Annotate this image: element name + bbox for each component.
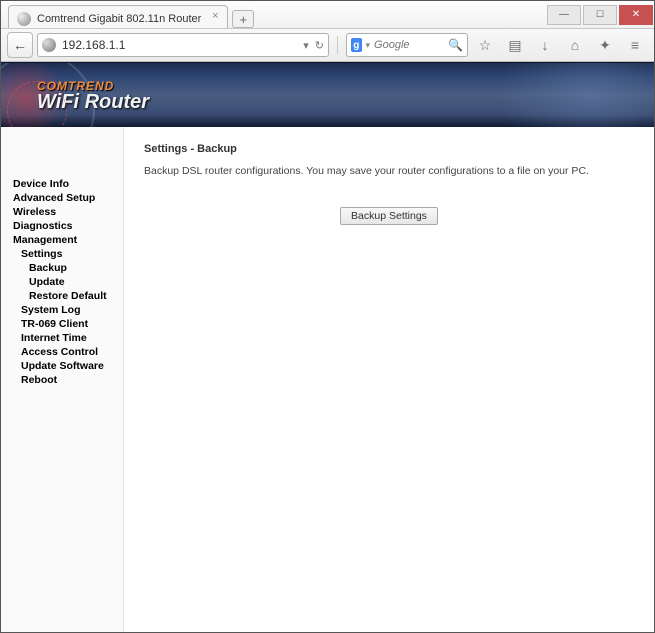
search-input[interactable] [374,39,444,51]
browser-toolbar: ← ▾ ↻ g ▾ 🔍 ☆ ▤ ↓ ⌂ ✦ ≡ [1,29,654,62]
sidebar-item-system-log[interactable]: System Log [1,303,123,317]
main-layout: Device Info Advanced Setup Wireless Diag… [1,127,654,632]
addons-icon[interactable]: ✦ [592,32,618,58]
new-tab-button[interactable]: + [232,10,254,28]
downloads-icon[interactable]: ↓ [532,32,558,58]
sidebar-item-reboot[interactable]: Reboot [1,373,123,387]
search-dropdown-icon[interactable]: ▾ [366,40,371,51]
site-favicon [42,38,56,52]
tab-close-icon[interactable]: × [209,10,221,22]
browser-tab[interactable]: Comtrend Gigabit 802.11n Router × [8,5,228,28]
window-minimize-button[interactable] [547,5,581,25]
window-maximize-button[interactable] [583,5,617,25]
sidebar-item-diagnostics[interactable]: Diagnostics [1,219,123,233]
tab-title: Comtrend Gigabit 802.11n Router [37,13,201,25]
sidebar-item-restore-default[interactable]: Restore Default [1,289,123,303]
url-meta: ▾ ↻ [303,39,324,52]
sidebar-item-device-info[interactable]: Device Info [1,177,123,191]
sidebar-item-backup[interactable]: Backup [1,261,123,275]
toolbar-divider [337,36,338,54]
sidebar-item-advanced-setup[interactable]: Advanced Setup [1,191,123,205]
sidebar-item-settings[interactable]: Settings [1,247,123,261]
brand-bottom: WiFi Router [37,91,149,114]
tab-favicon [17,12,31,26]
sidebar-item-tr069-client[interactable]: TR-069 Client [1,317,123,331]
page-title: Settings - Backup [144,143,634,155]
sidebar-item-wireless[interactable]: Wireless [1,205,123,219]
sidebar-item-access-control[interactable]: Access Control [1,345,123,359]
home-icon[interactable]: ⌂ [562,32,588,58]
library-icon[interactable]: ▤ [502,32,528,58]
content-area: Settings - Backup Backup DSL router conf… [124,127,654,632]
brand-logo: COMTREND WiFi Router [37,79,149,114]
page-description: Backup DSL router configurations. You ma… [144,165,634,177]
back-button[interactable]: ← [7,32,33,58]
reload-icon[interactable]: ↻ [315,39,324,52]
sidebar-nav: Device Info Advanced Setup Wireless Diag… [1,127,124,632]
url-input[interactable] [62,38,303,52]
button-row: Backup Settings [144,207,634,225]
sidebar-item-update[interactable]: Update [1,275,123,289]
sidebar-item-management[interactable]: Management [1,233,123,247]
url-bar[interactable]: ▾ ↻ [37,33,329,57]
tab-strip: Comtrend Gigabit 802.11n Router × + [8,0,254,28]
menu-icon[interactable]: ≡ [622,32,648,58]
bookmark-icon[interactable]: ☆ [472,32,498,58]
search-provider-icon: g [351,38,362,52]
dropdown-icon[interactable]: ▾ [303,39,309,52]
search-box[interactable]: g ▾ 🔍 [346,33,468,57]
sidebar-item-update-software[interactable]: Update Software [1,359,123,373]
window-close-button[interactable] [619,5,653,25]
window-titlebar: Comtrend Gigabit 802.11n Router × + [1,1,654,29]
backup-settings-button[interactable]: Backup Settings [340,207,438,225]
search-icon[interactable]: 🔍 [448,38,463,52]
sidebar-item-internet-time[interactable]: Internet Time [1,331,123,345]
router-banner: COMTREND WiFi Router [1,62,654,127]
